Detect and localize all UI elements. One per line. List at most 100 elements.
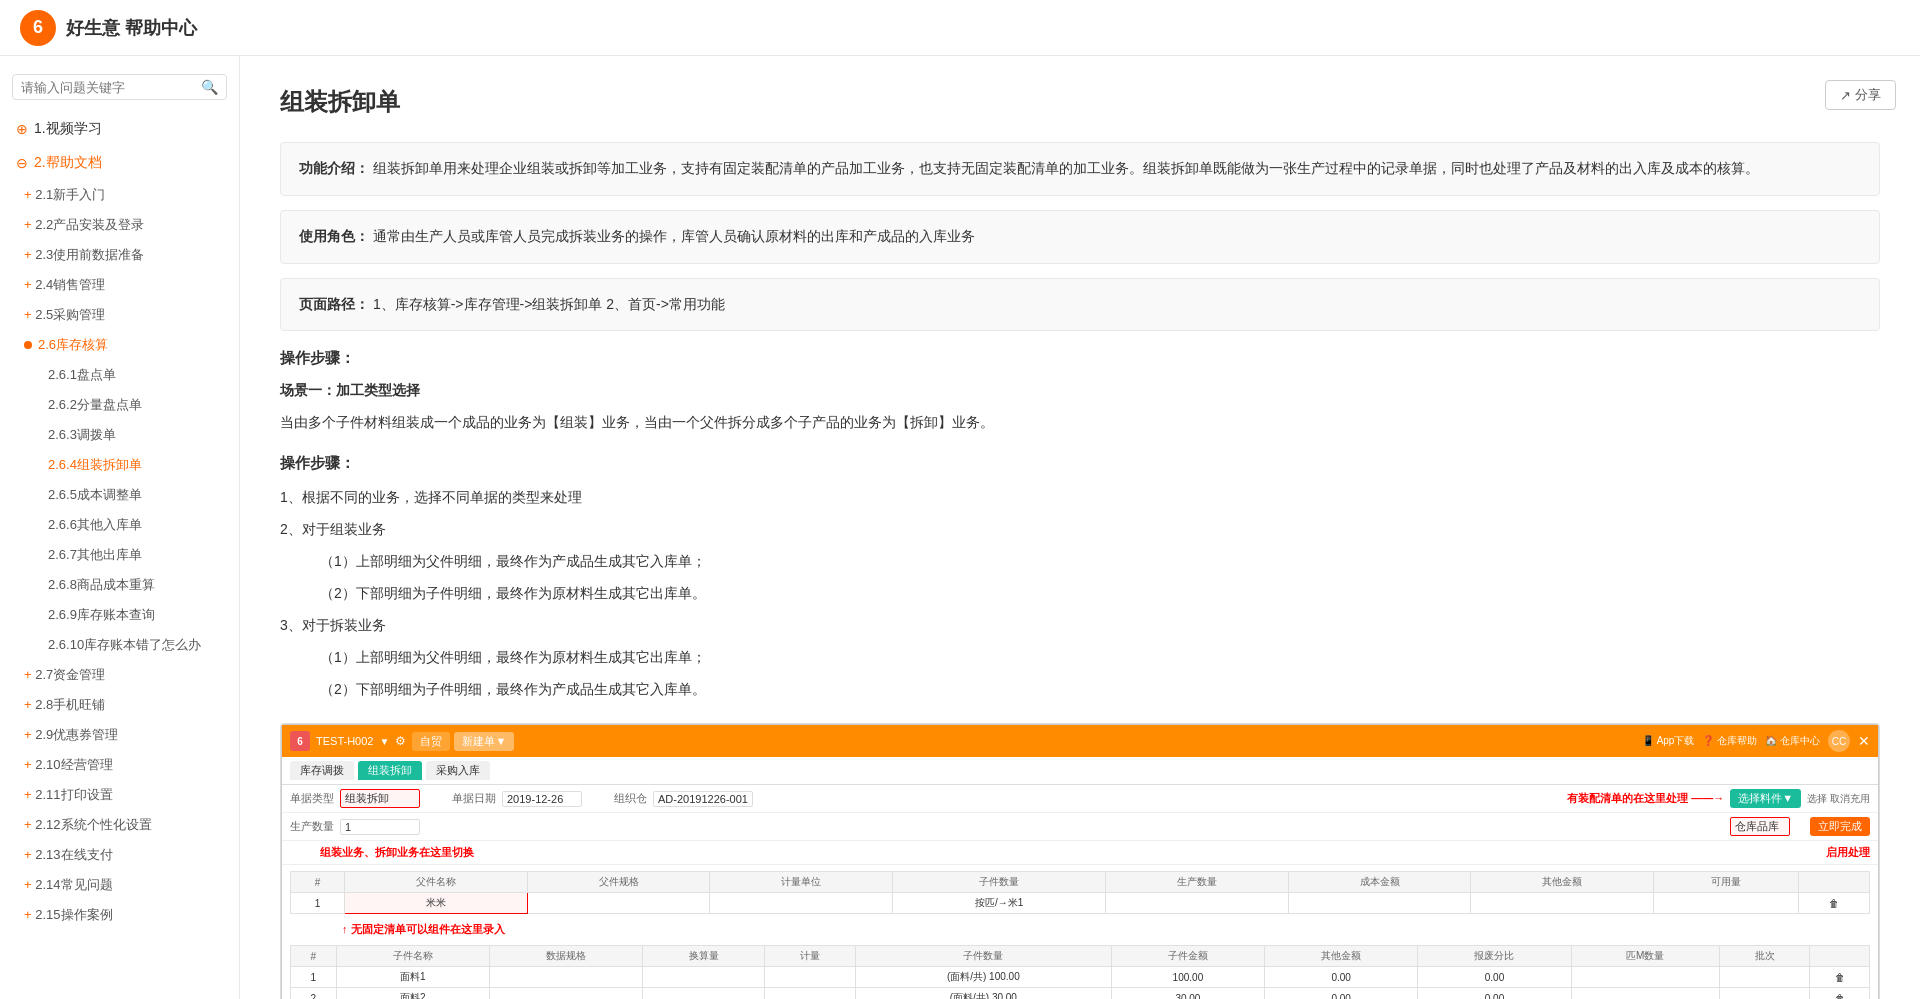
- share-icon: ↗: [1840, 88, 1851, 103]
- sidebar-child-2.9[interactable]: + 2.9优惠券管理: [24, 720, 239, 750]
- lower-cell-0-6: 100.00: [1111, 967, 1264, 988]
- sidebar-child-2.6[interactable]: 2.6库存核算: [24, 330, 239, 360]
- main-content: ↗ 分享 组装拆卸单 功能介绍： 组装拆卸单用来处理企业组装或拆卸等加工业务，支…: [240, 56, 1920, 999]
- lower-cell-0-5: (面料/共) 100.00: [855, 967, 1111, 988]
- lower-cell-1-2: [489, 988, 642, 999]
- sidebar-child-2.14[interactable]: + 2.14常见问题: [24, 870, 239, 900]
- sidebar-child-2.5[interactable]: + 2.5采购管理: [24, 300, 239, 330]
- select-parts-button[interactable]: 选择料件▼: [1730, 789, 1801, 808]
- search-input[interactable]: [21, 80, 201, 95]
- cell-act: 🗑: [1799, 893, 1870, 914]
- doc-type-value[interactable]: 组装拆卸: [340, 789, 420, 808]
- lower-cell-1-1[interactable]: 面料2: [336, 988, 489, 999]
- sidebar-child-2.13[interactable]: + 2.13在线支付: [24, 840, 239, 870]
- annotation-2: 组装业务、拆卸业务在这里切换: [320, 846, 474, 858]
- warehouse-select[interactable]: 仓库品库: [1730, 817, 1790, 836]
- nav-item-new[interactable]: 新建单▼: [454, 732, 514, 751]
- sidebar-label: 1.视频学习: [34, 120, 102, 138]
- qty-label: 生产数量: [290, 819, 334, 834]
- settings-icon[interactable]: ⚙: [395, 734, 406, 748]
- sidebar-child-2.2[interactable]: + 2.2产品安装及登录: [24, 210, 239, 240]
- cell-cost: [1288, 893, 1471, 914]
- sidebar-grandchild-2.6.2[interactable]: 2.6.2分量盘点单: [0, 390, 239, 420]
- col-other: 其他金额: [1471, 872, 1654, 893]
- child-label: 2.14常见问题: [35, 877, 112, 892]
- plus-icon: ⊕: [16, 121, 28, 137]
- lower-table-row: 2面料2(面料/共) 30.0030.000.000.00🗑: [291, 988, 1870, 999]
- warehouse-label: 组织仓: [614, 791, 647, 806]
- close-icon[interactable]: ✕: [1858, 733, 1870, 749]
- col-conv: 换算量: [643, 946, 765, 967]
- app-screenshot: 6 TEST-H002 ▼ ⚙ 自贸 新建单▼ 📱 App下载 ❓ 仓库帮助 🏠…: [281, 724, 1879, 999]
- warehouse-value[interactable]: AD-20191226-001: [653, 791, 753, 807]
- app-top-bar: 6 TEST-H002 ▼ ⚙ 自贸 新建单▼ 📱 App下载 ❓ 仓库帮助 🏠…: [282, 725, 1878, 757]
- sidebar-grandchild-2.6.3[interactable]: 2.6.3调拨单: [0, 420, 239, 450]
- sidebar-child-2.4[interactable]: + 2.4销售管理: [24, 270, 239, 300]
- sidebar-grandchild-2.6.1[interactable]: 2.6.1盘点单: [0, 360, 239, 390]
- sidebar-grandchild-2.6.5[interactable]: 2.6.5成本调整单: [0, 480, 239, 510]
- child-plus-icon: +: [24, 817, 35, 832]
- warehouse-center[interactable]: 🏠 仓库中心: [1765, 734, 1820, 748]
- expand-dot: [24, 341, 32, 349]
- sidebar-grandchild-2.6.4[interactable]: 2.6.4组装拆卸单: [0, 450, 239, 480]
- col-avail: 可用量: [1653, 872, 1798, 893]
- sidebar-grandchild-2.6.9[interactable]: 2.6.9库存账本查询: [0, 600, 239, 630]
- tab-assembly[interactable]: 组装拆卸: [358, 761, 422, 780]
- child-plus-icon: +: [24, 757, 35, 772]
- sidebar-grandchild-2.6.6[interactable]: 2.6.6其他入库单: [0, 510, 239, 540]
- path-text: 1、库存核算->库存管理->组装拆卸单 2、首页->常用功能: [373, 296, 725, 312]
- sidebar-item-1[interactable]: ⊕ 1.视频学习: [0, 112, 239, 146]
- lower-cell-0-0: 1: [291, 967, 337, 988]
- sidebar-child-2.3[interactable]: + 2.3使用前数据准备: [24, 240, 239, 270]
- sidebar-child-2.12[interactable]: + 2.12系统个性化设置: [24, 810, 239, 840]
- step-item-0: 1、根据不同的业务，选择不同单据的类型来处理: [280, 483, 1880, 511]
- tab-purchase[interactable]: 采购入库: [426, 761, 490, 780]
- tab-inventory-transfer[interactable]: 库存调拨: [290, 761, 354, 780]
- nav-item-home[interactable]: 自贸: [412, 732, 450, 751]
- child-label: 2.2产品安装及登录: [35, 217, 144, 232]
- child-plus-icon: +: [24, 877, 35, 892]
- col-cost: 成本金额: [1288, 872, 1471, 893]
- lower-cell-1-10: [1719, 988, 1810, 999]
- cell-avail: [1653, 893, 1798, 914]
- share-label: 分享: [1855, 86, 1881, 104]
- lower-table-area: # 子件名称 数据规格 换算量 计量 子件数量 子件金额 其他金额 报废分比 匹…: [282, 939, 1878, 999]
- sidebar-grandchild-2.6.10[interactable]: 2.6.10库存账本错了怎么办: [0, 630, 239, 660]
- lower-cell-act[interactable]: 🗑: [1810, 967, 1870, 988]
- child-label: 2.15操作案例: [35, 907, 112, 922]
- date-value[interactable]: 2019-12-26: [502, 791, 582, 807]
- search-box[interactable]: 🔍: [12, 74, 227, 100]
- complete-button[interactable]: 立即完成: [1810, 817, 1870, 836]
- lower-cell-act[interactable]: 🗑: [1810, 988, 1870, 999]
- user-avatar[interactable]: CC: [1828, 730, 1850, 752]
- child-label: 2.13在线支付: [35, 847, 112, 862]
- search-icon[interactable]: 🔍: [201, 79, 218, 95]
- upper-table-area: # 父件名称 父件规格 计量单位 子件数量 生产数量 成本金额 其他金额 可用量: [282, 865, 1878, 920]
- sidebar-child-2.10[interactable]: + 2.10经营管理: [24, 750, 239, 780]
- cell-name[interactable]: 米米: [345, 893, 528, 914]
- warehouse-help[interactable]: ❓ 仓库帮助: [1702, 734, 1757, 748]
- child-plus-icon: +: [24, 847, 35, 862]
- sidebar-grandchild-2.6.8[interactable]: 2.6.8商品成本重算: [0, 570, 239, 600]
- lower-cell-0-4: [765, 967, 856, 988]
- sidebar-child-2.11[interactable]: + 2.11打印设置: [24, 780, 239, 810]
- lower-cell-1-0: 2: [291, 988, 337, 999]
- sidebar-item-2[interactable]: ⊖ 2.帮助文档: [0, 146, 239, 180]
- lower-cell-0-1[interactable]: 面料1: [336, 967, 489, 988]
- sidebar-child-2.7[interactable]: + 2.7资金管理: [24, 660, 239, 690]
- dropdown-icon[interactable]: ▼: [379, 736, 389, 747]
- child-plus-icon: +: [24, 697, 35, 712]
- ops-steps-title: 操作步骤：: [280, 454, 1880, 473]
- sidebar-grandchild-2.6.7[interactable]: 2.6.7其他出库单: [0, 540, 239, 570]
- sidebar-child-2.8[interactable]: + 2.8手机旺铺: [24, 690, 239, 720]
- app-bar-right: 📱 App下载 ❓ 仓库帮助 🏠 仓库中心 CC ✕: [1642, 730, 1870, 752]
- col-child-qty: 子件数量: [892, 872, 1106, 893]
- sidebar-child-2.15[interactable]: + 2.15操作案例: [24, 900, 239, 930]
- child-label: 2.7资金管理: [35, 667, 105, 682]
- sidebar-child-2.1[interactable]: + 2.1新手入门: [24, 180, 239, 210]
- share-button[interactable]: ↗ 分享: [1825, 80, 1896, 110]
- feature-intro-block: 功能介绍： 组装拆卸单用来处理企业组装或拆卸等加工业务，支持有固定装配清单的产品…: [280, 142, 1880, 196]
- app-download[interactable]: 📱 App下载: [1642, 734, 1694, 748]
- qty-value[interactable]: 1: [340, 819, 420, 835]
- step-item-1: 2、对于组装业务: [280, 515, 1880, 543]
